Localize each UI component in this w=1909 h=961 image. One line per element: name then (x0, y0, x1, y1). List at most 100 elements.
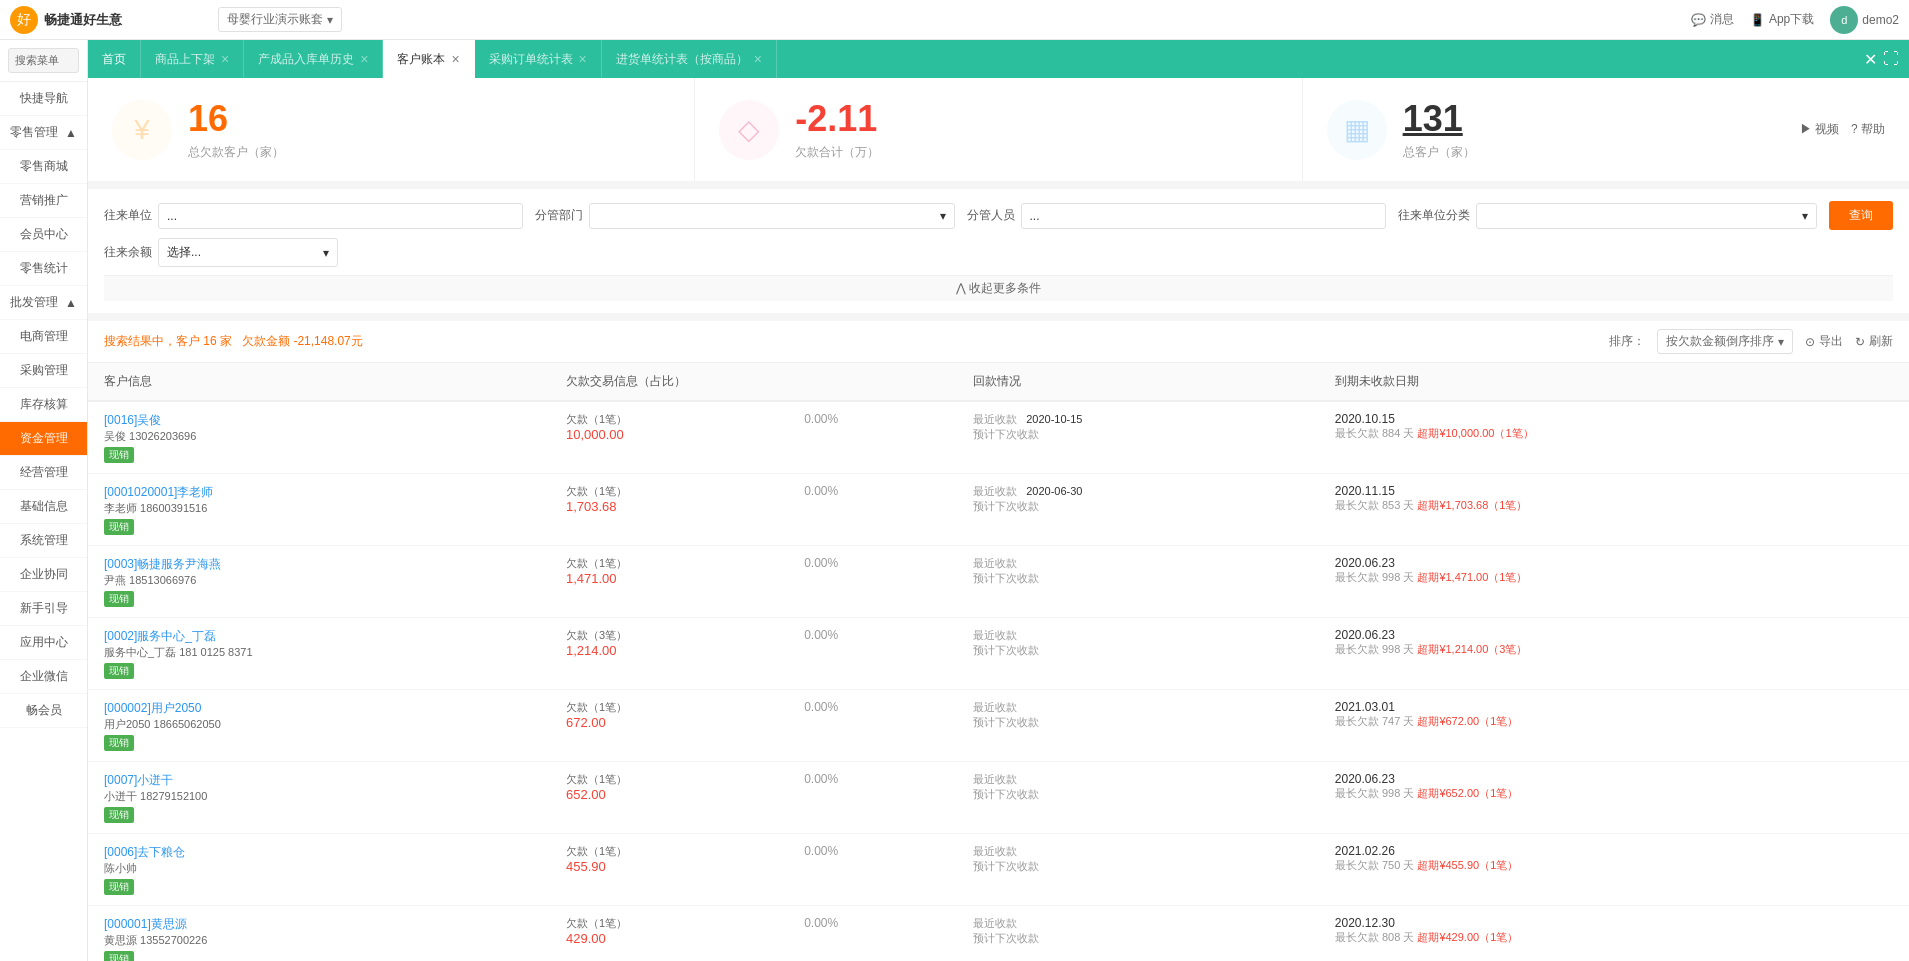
page-content: ¥ 16 总欠款客户（家） ◇ -2.11 欠款合计（万） (88, 78, 1909, 961)
sidebar-item-apps[interactable]: 应用中心 (0, 626, 87, 660)
overdue-link[interactable]: 超期¥1,214.00（3笔） (1417, 643, 1527, 655)
due-date: 2020.10.15 (1335, 412, 1893, 426)
customer-code[interactable]: [0001020001]李老师 (104, 484, 534, 501)
view-video-button[interactable]: ▶ 视频 (1800, 121, 1839, 138)
sort-select[interactable]: 按欠款金额倒序排序 ▾ (1657, 329, 1793, 354)
retail-management-label: 零售管理 (10, 124, 58, 141)
sidebar-item-purchase[interactable]: 采购管理 (0, 354, 87, 388)
sidebar-item-operations[interactable]: 经营管理 (0, 456, 87, 490)
tab-home[interactable]: 首页 (88, 40, 141, 78)
content-area: 首页 商品上下架 × 产成品入库单历史 × 客户账本 × 采购订单统计表 × (88, 40, 1909, 961)
customer-code[interactable]: [0002]服务中心_丁磊 (104, 628, 534, 645)
message-button[interactable]: 💬 消息 (1691, 11, 1734, 28)
sidebar-item-enterprise[interactable]: 企业协同 (0, 558, 87, 592)
sidebar-item-wechat[interactable]: 企业微信 (0, 660, 87, 694)
recovery-cell: 最近收款 预计下次收款 (957, 618, 1319, 690)
sidebar-item-wholesale-management[interactable]: 批发管理 ▲ (0, 286, 87, 320)
debt-info-cell: 欠款（1笔） 1,703.68 (550, 474, 788, 546)
customer-code[interactable]: [000002]用户2050 (104, 700, 534, 717)
overdue-link[interactable]: 超期¥652.00（1笔） (1417, 787, 1518, 799)
chevron-down-icon4: ▾ (323, 246, 329, 260)
overdue-link[interactable]: 超期¥1,703.68（1笔） (1417, 499, 1527, 511)
customer-code[interactable]: [0006]去下粮仓 (104, 844, 534, 861)
overdue-info: 最长欠款 750 天 超期¥455.90（1笔） (1335, 858, 1893, 873)
tab-customer-account[interactable]: 客户账本 × (383, 40, 474, 78)
maximize-icon[interactable]: ⛶ (1883, 50, 1899, 68)
department-select[interactable]: ▾ (589, 203, 954, 229)
tab-close-icon3[interactable]: × (451, 51, 459, 67)
unit-category-select[interactable]: ▾ (1476, 203, 1817, 229)
due-date: 2020.06.23 (1335, 772, 1893, 786)
tab-close-icon4[interactable]: × (579, 51, 587, 67)
debt-note: 欠款（1笔） (566, 700, 772, 715)
sidebar-item-member2[interactable]: 畅会员 (0, 694, 87, 728)
debt-amount[interactable]: 1,214.00 (566, 643, 772, 658)
tab-close-icon2[interactable]: × (360, 51, 368, 67)
debt-amount[interactable]: 1,471.00 (566, 571, 772, 586)
source-unit-input[interactable]: ... (158, 203, 523, 229)
customer-code[interactable]: [0016]吴俊 (104, 412, 534, 429)
collapse-filters-button[interactable]: ⋀ 收起更多条件 (104, 275, 1893, 301)
debt-amount[interactable]: 10,000.00 (566, 427, 772, 442)
sidebar-item-guide[interactable]: 新手引导 (0, 592, 87, 626)
sidebar-item-inventory[interactable]: 库存核算 (0, 388, 87, 422)
recovery-next: 预计下次收款 (973, 571, 1303, 586)
search-button[interactable]: 查询 (1829, 201, 1893, 230)
sidebar-item-retail-management[interactable]: 零售管理 ▲ (0, 116, 87, 150)
filter-row-2: 往来余额 选择... ▾ (104, 238, 1893, 267)
help-button[interactable]: ? 帮助 (1851, 121, 1885, 138)
tab-purchase-stats[interactable]: 采购订单统计表 × (475, 40, 602, 78)
customer-badge: 现销 (104, 447, 134, 463)
debt-amount[interactable]: 429.00 (566, 931, 772, 946)
user-avatar[interactable]: d demo2 (1830, 6, 1899, 34)
sidebar-item-member[interactable]: 会员中心 (0, 218, 87, 252)
sidebar-item-ecommerce[interactable]: 电商管理 (0, 320, 87, 354)
tab-product-listing[interactable]: 商品上下架 × (141, 40, 244, 78)
manager-input[interactable]: ... (1021, 203, 1386, 229)
customer-badge: 现销 (104, 591, 134, 607)
search-menu-button[interactable]: 搜索菜单 (8, 48, 79, 73)
sidebar-item-basic-info[interactable]: 基础信息 (0, 490, 87, 524)
debt-percent: 0.00% (804, 628, 838, 642)
debt-amount[interactable]: 672.00 (566, 715, 772, 730)
sidebar-item-quick-nav[interactable]: 快捷导航 (0, 82, 87, 116)
stat-card-total-customers: ▦ 131 总客户（家） ▶ 视频 ? 帮助 (1303, 78, 1909, 181)
debt-percent: 0.00% (804, 916, 838, 930)
tab-purchase-goods-stats[interactable]: 进货单统计表（按商品） × (602, 40, 777, 78)
stat-card-total-info: 131 总客户（家） (1403, 98, 1475, 161)
sidebar-item-retail-mall[interactable]: 零售商城 (0, 150, 87, 184)
debt-amount[interactable]: 1,703.68 (566, 499, 772, 514)
debt-amount[interactable]: 652.00 (566, 787, 772, 802)
industry-selector[interactable]: 母婴行业演示账套 ▾ (218, 7, 342, 32)
sidebar-item-finance[interactable]: 资金管理 (0, 422, 87, 456)
stat-label-debt-total: 欠款合计（万） (795, 144, 879, 161)
overdue-link[interactable]: 超期¥455.90（1笔） (1417, 859, 1518, 871)
export-button[interactable]: ⊙ 导出 (1805, 333, 1843, 350)
customer-code[interactable]: [0003]畅捷服务尹海燕 (104, 556, 534, 573)
close-all-icon[interactable]: ✕ (1864, 50, 1877, 69)
results-amount-value: -21,148.07元 (293, 334, 362, 348)
tab-production-history[interactable]: 产成品入库单历史 × (244, 40, 383, 78)
sidebar-item-system[interactable]: 系统管理 (0, 524, 87, 558)
overdue-link[interactable]: 超期¥10,000.00（1笔） (1417, 427, 1533, 439)
sidebar-item-marketing[interactable]: 营销推广 (0, 184, 87, 218)
debt-amount[interactable]: 455.90 (566, 859, 772, 874)
balance-select[interactable]: 选择... ▾ (158, 238, 338, 267)
overdue-link[interactable]: 超期¥672.00（1笔） (1417, 715, 1518, 727)
export-icon: ⊙ (1805, 335, 1815, 349)
tab-close-icon5[interactable]: × (754, 51, 762, 67)
tab-close-icon[interactable]: × (221, 51, 229, 67)
sidebar-item-retail-stats[interactable]: 零售统计 (0, 252, 87, 286)
overdue-link[interactable]: 超期¥1,471.00（1笔） (1417, 571, 1527, 583)
overdue-info: 最长欠款 998 天 超期¥1,471.00（1笔） (1335, 570, 1893, 585)
chevron-down-icon3: ▾ (1802, 209, 1808, 223)
results-prefix: 搜索结果中，客户 (104, 334, 200, 348)
recovery-cell: 最近收款 2020-10-15 预计下次收款 (957, 401, 1319, 474)
app-download-button[interactable]: 📱 App下载 (1750, 11, 1814, 28)
customer-code[interactable]: [0007]小迸干 (104, 772, 534, 789)
recovery-cell: 最近收款 预计下次收款 (957, 546, 1319, 618)
overdue-link[interactable]: 超期¥429.00（1笔） (1417, 931, 1518, 943)
customer-code[interactable]: [000001]黄思源 (104, 916, 534, 933)
refresh-button[interactable]: ↻ 刷新 (1855, 333, 1893, 350)
customer-name: 黄思源 13552700226 (104, 933, 534, 948)
